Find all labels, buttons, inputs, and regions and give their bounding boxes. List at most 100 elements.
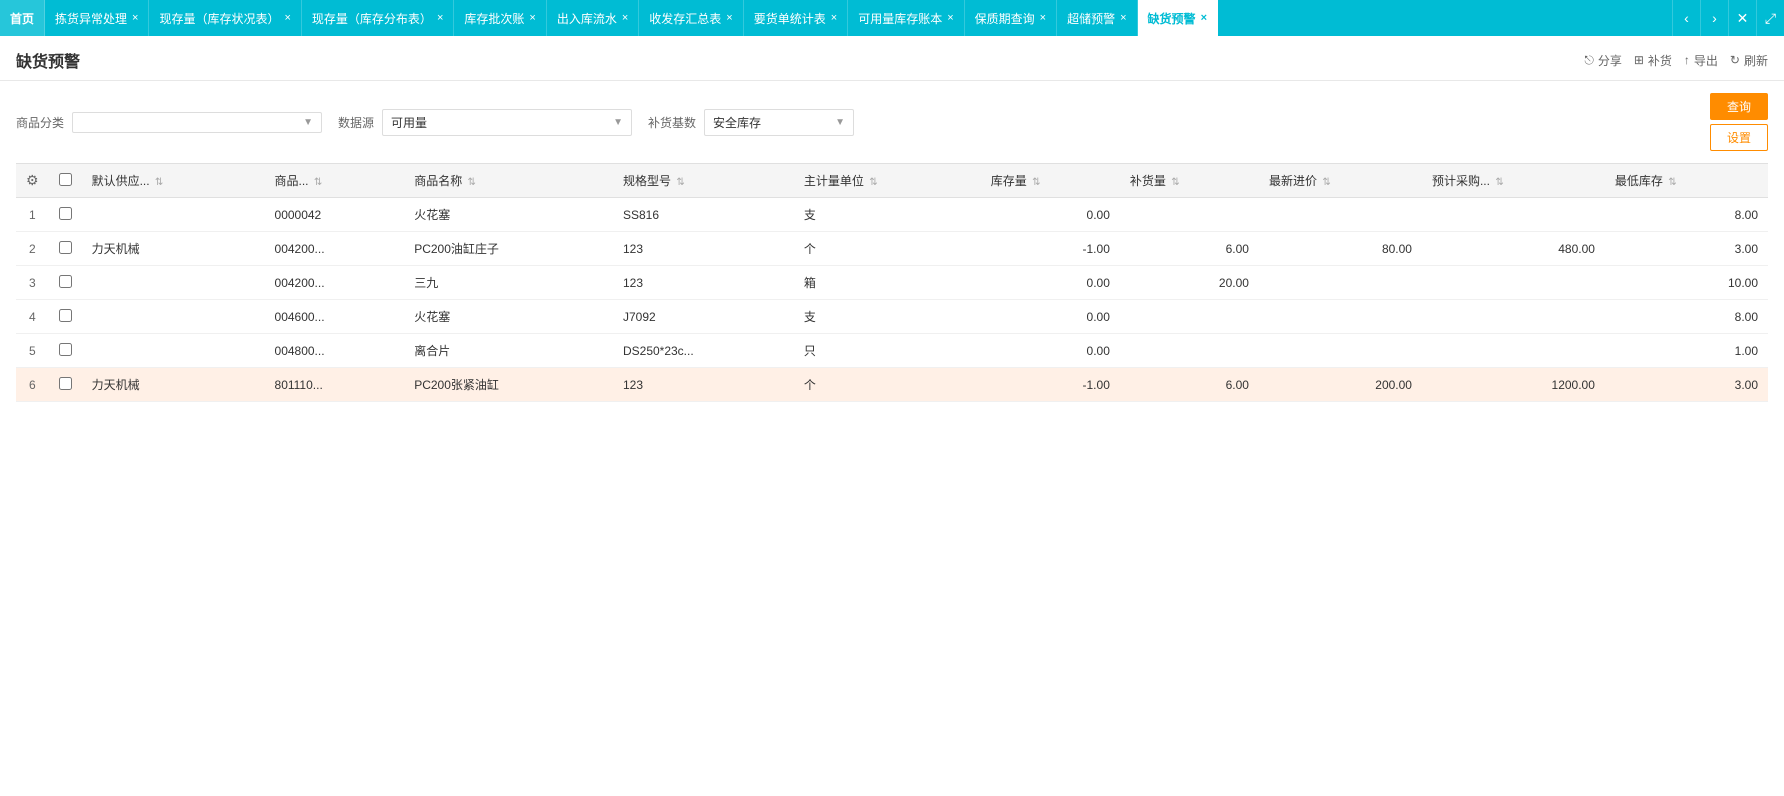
nav-next-button[interactable]: › (1700, 0, 1728, 36)
row-replenish-qty-2: 6.00 (1120, 232, 1259, 266)
row-spec-2: 123 (613, 232, 794, 266)
close-tab-10[interactable]: × (1120, 12, 1126, 24)
row-spec-4: J7092 (613, 300, 794, 334)
row-est-purchase-5 (1422, 334, 1605, 368)
nav-tab-home[interactable]: 首页 (0, 0, 45, 36)
row-unit-1: 支 (794, 198, 981, 232)
category-select[interactable]: ▼ (72, 112, 322, 133)
settings-button[interactable]: 设置 (1710, 124, 1768, 151)
replenish-select[interactable]: 安全库存 ▼ (704, 109, 854, 136)
table-row: 4 004600... 火花塞 J7092 支 0.00 8.00 (16, 300, 1768, 334)
row-checkbox-3[interactable] (49, 266, 82, 300)
row-checkbox-6[interactable] (49, 368, 82, 402)
row-unit-2: 个 (794, 232, 981, 266)
row-supplier-5 (82, 334, 265, 368)
page-header: 缺货预警 ⎋ 分享 ⊞ 补货 ↑ 导出 ↻ 刷新 (0, 36, 1784, 81)
row-spec-6: 123 (613, 368, 794, 402)
row-unit-4: 支 (794, 300, 981, 334)
row-stock-3: 0.00 (981, 266, 1120, 300)
replenish-qty-sort-icon: ⇅ (1171, 177, 1179, 188)
nav-tab-10[interactable]: 超储预警 × (1057, 0, 1137, 36)
nav-prev-button[interactable]: ‹ (1672, 0, 1700, 36)
row-checkbox-5[interactable] (49, 334, 82, 368)
close-tab-8[interactable]: × (947, 12, 953, 24)
query-button[interactable]: 查询 (1710, 93, 1768, 120)
nav-close-button[interactable]: ✕ (1728, 0, 1756, 36)
spec-sort-icon: ⇅ (676, 177, 684, 188)
replenish-filter: 补货基数 安全库存 ▼ (648, 109, 854, 136)
row-checkbox-1[interactable] (49, 198, 82, 232)
close-tab-6[interactable]: × (726, 12, 732, 24)
col-checkbox (49, 164, 82, 198)
datasource-select[interactable]: 可用量 ▼ (382, 109, 632, 136)
nav-tab-7[interactable]: 要货单统计表 × (744, 0, 848, 36)
gear-icon[interactable]: ⚙ (26, 172, 39, 188)
datasource-filter: 数据源 可用量 ▼ (338, 109, 632, 136)
product-name-sort-icon: ⇅ (468, 177, 476, 188)
row-product-code-3: 004200... (265, 266, 405, 300)
nav-expand-button[interactable]: ⤢ (1756, 0, 1784, 36)
nav-tab-5[interactable]: 出入库流水 × (547, 0, 639, 36)
close-tab-11[interactable]: × (1201, 12, 1207, 24)
close-tab-9[interactable]: × (1040, 12, 1046, 24)
close-tab-4[interactable]: × (529, 12, 535, 24)
refresh-button[interactable]: ↻ 刷新 (1730, 52, 1768, 69)
close-tab-3[interactable]: × (437, 12, 443, 24)
replenish-button[interactable]: ⊞ 补货 (1634, 52, 1672, 69)
product-code-sort-icon: ⇅ (314, 177, 322, 188)
row-spec-1: SS816 (613, 198, 794, 232)
close-tab-2[interactable]: × (284, 12, 290, 24)
latest-price-sort-icon: ⇅ (1322, 177, 1330, 188)
nav-tab-11[interactable]: 缺货预警 × (1138, 0, 1218, 36)
row-unit-6: 个 (794, 368, 981, 402)
page-title: 缺货预警 (16, 48, 80, 72)
nav-tab-3[interactable]: 现存量（库存分布表） × (302, 0, 454, 36)
nav-tab-1[interactable]: 拣货异常处理 × (45, 0, 149, 36)
col-stock[interactable]: 库存量 ⇅ (981, 164, 1120, 198)
row-product-name-2: PC200油缸庄子 (404, 232, 613, 266)
close-tab-1[interactable]: × (132, 12, 138, 24)
row-replenish-qty-1 (1120, 198, 1259, 232)
table-row: 3 004200... 三九 123 箱 0.00 20.00 10.00 (16, 266, 1768, 300)
row-min-stock-6: 3.00 (1605, 368, 1768, 402)
col-est-purchase[interactable]: 预计采购... ⇅ (1422, 164, 1605, 198)
nav-tab-2[interactable]: 现存量（库存状况表） × (149, 0, 301, 36)
row-product-code-4: 004600... (265, 300, 405, 334)
row-num-6: 6 (16, 368, 49, 402)
row-num-2: 2 (16, 232, 49, 266)
category-chevron-icon: ▼ (303, 117, 313, 128)
col-supplier[interactable]: 默认供应... ⇅ (82, 164, 265, 198)
row-num-4: 4 (16, 300, 49, 334)
min-stock-sort-icon: ⇅ (1668, 177, 1676, 188)
select-all-checkbox[interactable] (59, 173, 72, 186)
nav-tab-9[interactable]: 保质期查询 × (965, 0, 1057, 36)
row-checkbox-4[interactable] (49, 300, 82, 334)
close-tab-7[interactable]: × (831, 12, 837, 24)
close-tab-5[interactable]: × (622, 12, 628, 24)
datasource-label: 数据源 (338, 114, 374, 131)
row-product-code-5: 004800... (265, 334, 405, 368)
col-unit[interactable]: 主计量单位 ⇅ (794, 164, 981, 198)
top-navigation: 首页 拣货异常处理 × 现存量（库存状况表） × 现存量（库存分布表） × 库存… (0, 0, 1784, 36)
row-checkbox-2[interactable] (49, 232, 82, 266)
col-spec[interactable]: 规格型号 ⇅ (613, 164, 794, 198)
col-min-stock[interactable]: 最低库存 ⇅ (1605, 164, 1768, 198)
export-button[interactable]: ↑ 导出 (1684, 52, 1718, 69)
row-stock-1: 0.00 (981, 198, 1120, 232)
main-content: 缺货预警 ⎋ 分享 ⊞ 补货 ↑ 导出 ↻ 刷新 商品分类 (0, 36, 1784, 796)
row-unit-5: 只 (794, 334, 981, 368)
col-latest-price[interactable]: 最新进价 ⇅ (1259, 164, 1422, 198)
col-product-name[interactable]: 商品名称 ⇅ (404, 164, 613, 198)
stock-sort-icon: ⇅ (1032, 177, 1040, 188)
row-stock-2: -1.00 (981, 232, 1120, 266)
nav-tab-6[interactable]: 收发存汇总表 × (639, 0, 743, 36)
col-gear[interactable]: ⚙ (16, 164, 49, 198)
nav-tab-4[interactable]: 库存批次账 × (454, 0, 546, 36)
col-product-code[interactable]: 商品... ⇅ (265, 164, 405, 198)
share-button[interactable]: ⎋ 分享 (1584, 52, 1622, 69)
col-replenish-qty[interactable]: 补货量 ⇅ (1120, 164, 1259, 198)
row-unit-3: 箱 (794, 266, 981, 300)
nav-tab-8[interactable]: 可用量库存账本 × (848, 0, 964, 36)
row-num-3: 3 (16, 266, 49, 300)
table-row: 1 0000042 火花塞 SS816 支 0.00 8.00 (16, 198, 1768, 232)
